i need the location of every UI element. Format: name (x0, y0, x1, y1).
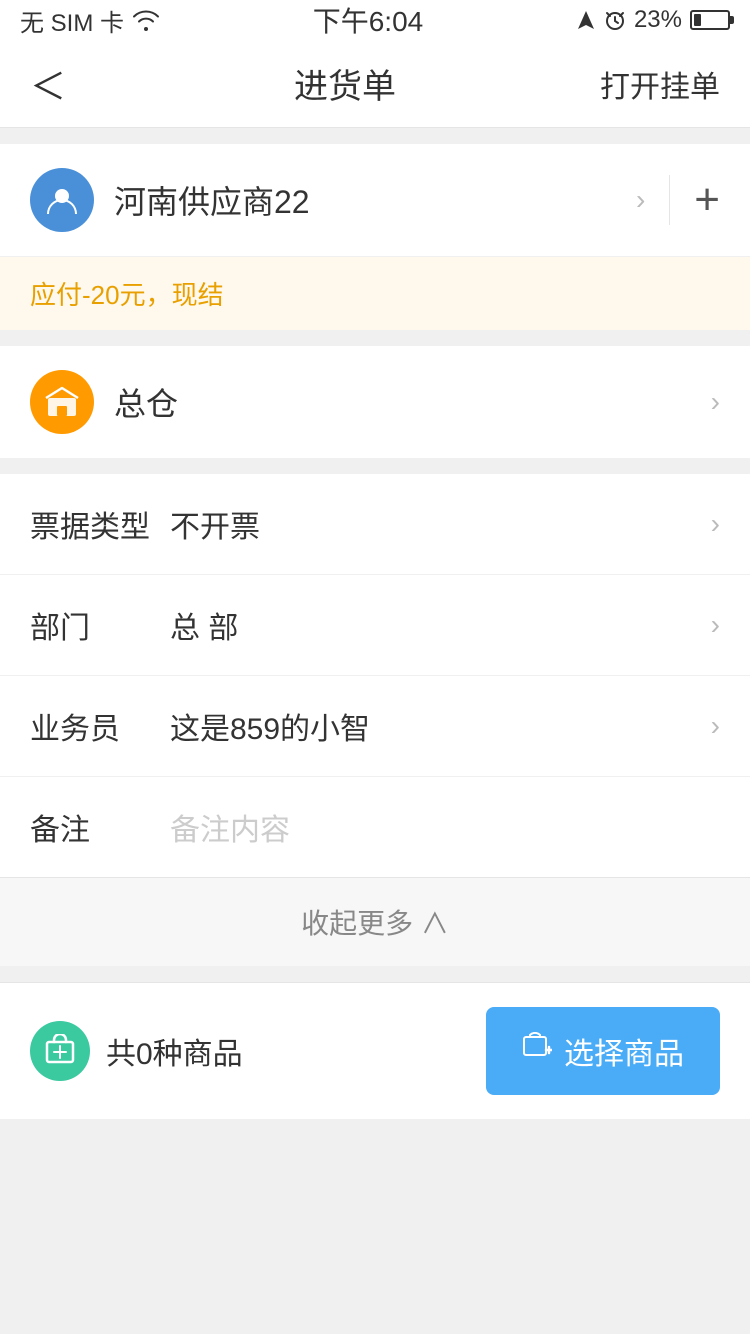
supplier-name: 河南供应商22 (114, 177, 636, 223)
product-icon (30, 1021, 90, 1081)
warehouse-row[interactable]: 总仓 › (0, 330, 750, 458)
carrier-text: 无 SIM 卡 (20, 3, 124, 38)
select-product-button[interactable]: 选择商品 (486, 1007, 720, 1095)
open-pending-button[interactable]: 打开挂单 (600, 62, 720, 106)
product-count-area: 共0种商品 (30, 1021, 243, 1081)
warehouse-name: 总仓 (114, 379, 711, 425)
bottom-bar: 共0种商品 选择商品 (0, 982, 750, 1119)
status-bar: 无 SIM 卡 下午6:04 23% (0, 0, 750, 40)
back-button[interactable]: ＜ (30, 58, 90, 110)
notice-text: 应付-20元，现结 (30, 280, 224, 310)
invoice-label: 票据类型 (30, 502, 170, 546)
battery-icon (690, 10, 730, 30)
warehouse-icon (30, 370, 94, 434)
nav-bar: ＜ 进货单 打开挂单 (0, 40, 750, 128)
supplier-divider (669, 175, 670, 225)
dept-label: 部门 (30, 603, 170, 647)
battery-text: 23% (634, 6, 682, 34)
dept-value: 总 部 (170, 603, 711, 647)
notice-bar: 应付-20元，现结 (0, 257, 750, 330)
form-section: 票据类型 不开票 › 部门 总 部 › 业务员 这是859的小智 › 备注 备注… (0, 458, 750, 877)
select-product-label: 选择商品 (564, 1029, 684, 1073)
warehouse-chevron-icon: › (711, 386, 720, 418)
wifi-icon (132, 9, 160, 31)
status-right: 23% (576, 6, 730, 34)
collapse-button[interactable]: 收起更多 ∧ (0, 877, 750, 966)
status-left: 无 SIM 卡 (20, 3, 160, 38)
supplier-row[interactable]: 河南供应商22 › + (0, 144, 750, 257)
location-icon (576, 9, 596, 31)
invoice-value: 不开票 (170, 502, 711, 546)
remark-label: 备注 (30, 805, 170, 849)
supplier-section: 河南供应商22 › + 应付-20元，现结 (0, 144, 750, 330)
supplier-chevron-icon: › (636, 184, 645, 216)
salesperson-value: 这是859的小智 (170, 704, 711, 748)
salesperson-chevron-icon: › (711, 710, 720, 742)
salesperson-label: 业务员 (30, 704, 170, 748)
salesperson-row[interactable]: 业务员 这是859的小智 › (0, 676, 750, 777)
invoice-row[interactable]: 票据类型 不开票 › (0, 474, 750, 575)
dept-chevron-icon: › (711, 609, 720, 641)
invoice-chevron-icon: › (711, 508, 720, 540)
product-count-text: 共0种商品 (106, 1029, 243, 1073)
select-product-icon (522, 1032, 552, 1070)
alarm-icon (604, 9, 626, 31)
dept-row[interactable]: 部门 总 部 › (0, 575, 750, 676)
remark-row[interactable]: 备注 备注内容 (0, 777, 750, 877)
section-gap-1 (0, 128, 750, 144)
page-title: 进货单 (294, 59, 396, 108)
remark-input[interactable]: 备注内容 (170, 805, 720, 849)
supplier-avatar (30, 168, 94, 232)
add-supplier-button[interactable]: + (694, 178, 720, 222)
status-time: 下午6:04 (313, 0, 424, 40)
